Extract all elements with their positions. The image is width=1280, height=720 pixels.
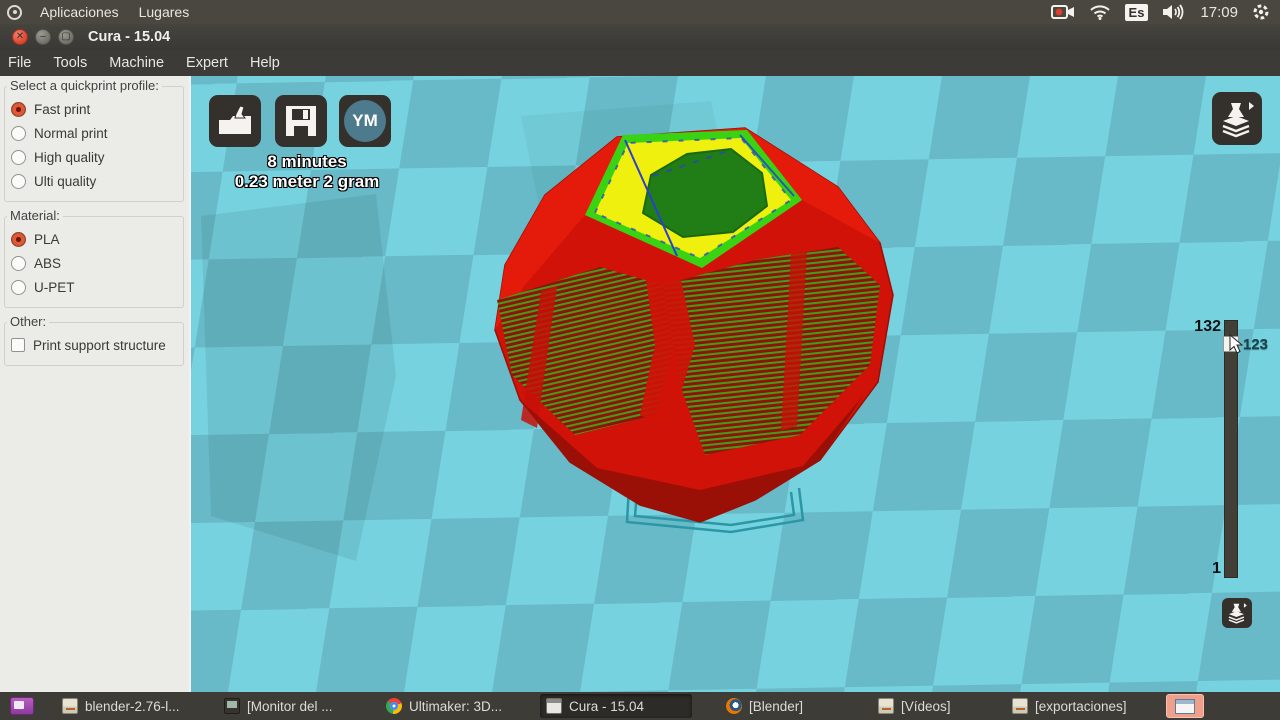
radio-icon	[11, 125, 26, 141]
radio-high-quality[interactable]: High quality	[9, 145, 181, 169]
print-time: 8 minutes	[267, 152, 347, 171]
menu-expert[interactable]: Expert	[175, 50, 239, 76]
window-list-taskbar: blender-2.76-l... [Monitor del ... Ultim…	[0, 692, 1280, 720]
radio-abs[interactable]: ABS	[9, 251, 181, 275]
panel-menu-aplicaciones[interactable]: Aplicaciones	[30, 0, 129, 24]
radio-icon	[11, 279, 26, 295]
radio-ulti-quality[interactable]: Ulti quality	[9, 169, 181, 193]
save-toolpath-button[interactable]	[275, 95, 327, 147]
checkbox-print-support[interactable]: Print support structure	[9, 333, 181, 357]
system-tray: Es 17:09	[1050, 3, 1280, 21]
radio-upet[interactable]: U-PET	[9, 275, 181, 299]
youmagine-logo: YM	[344, 100, 386, 142]
app-menubar: File Tools Machine Expert Help	[0, 50, 1280, 76]
checkbox-icon	[11, 338, 25, 352]
blender-icon	[726, 698, 742, 714]
taskbar-item-exportaciones[interactable]: [exportaciones]	[1006, 694, 1154, 718]
radio-label: Normal print	[34, 125, 108, 141]
radio-selected-icon	[11, 101, 26, 117]
layers-toggle-button[interactable]	[1222, 598, 1252, 628]
volume-icon[interactable]	[1162, 4, 1186, 20]
load-model-button[interactable]	[209, 95, 261, 147]
window-titlebar[interactable]: ✕ – ▢ Cura - 15.04	[0, 24, 1280, 50]
package-icon	[62, 698, 78, 714]
save-floppy-icon	[286, 106, 316, 136]
menu-tools[interactable]: Tools	[42, 50, 98, 76]
file-manager-icon	[1012, 698, 1028, 714]
radio-fast-print[interactable]: Fast print	[9, 97, 181, 121]
window-title: Cura - 15.04	[88, 29, 171, 45]
layer-slider-track[interactable]	[1224, 320, 1238, 578]
menu-machine[interactable]: Machine	[98, 50, 175, 76]
radio-label: High quality	[34, 149, 105, 165]
taskbar-item-cura[interactable]: Cura - 15.04	[540, 694, 692, 718]
quickprint-group-label: Select a quickprint profile:	[7, 78, 162, 93]
quickprint-group: Select a quickprint profile: Fast print …	[4, 78, 184, 202]
window-close-button[interactable]: ✕	[12, 29, 28, 45]
radio-pla[interactable]: PLA	[9, 227, 181, 251]
wifi-icon[interactable]	[1089, 4, 1111, 20]
cura-window-icon	[546, 698, 562, 714]
plate-shadow	[201, 194, 396, 561]
layer-view-small-icon	[1228, 603, 1247, 624]
panel-menu-lugares[interactable]: Lugares	[129, 0, 200, 24]
menu-file[interactable]: File	[0, 50, 42, 76]
material-group: Material: PLA ABS U-PET	[4, 208, 184, 308]
workspace-switcher-icon[interactable]	[10, 697, 34, 715]
window-maximize-button[interactable]: ▢	[58, 29, 74, 45]
radio-icon	[11, 149, 26, 165]
taskbar-item-blender-file[interactable]: blender-2.76-l...	[56, 694, 206, 718]
layer-slider-min-label: 1	[1212, 560, 1221, 577]
radio-icon	[11, 255, 26, 271]
radio-label: ABS	[34, 255, 62, 271]
distro-logo-icon	[7, 4, 22, 20]
chrome-icon	[386, 698, 402, 714]
screen-record-icon[interactable]	[1050, 4, 1075, 20]
layer-slider-current-value: 123	[1243, 336, 1269, 353]
taskbar-item-label: blender-2.76-l...	[85, 698, 180, 714]
clock[interactable]: 17:09	[1200, 4, 1238, 21]
radio-selected-icon	[11, 231, 26, 247]
taskbar-item-blender[interactable]: [Blender]	[720, 694, 842, 718]
radio-icon	[11, 173, 26, 189]
print-material-usage: 0.23 meter 2 gram	[234, 172, 380, 191]
file-manager-icon	[878, 698, 894, 714]
radio-label: U-PET	[34, 279, 75, 295]
session-gear-icon[interactable]	[1252, 3, 1270, 21]
other-group: Other: Print support structure	[4, 314, 184, 366]
taskbar-item-label: [Blender]	[749, 698, 804, 714]
other-group-label: Other:	[7, 314, 50, 329]
share-youmagine-button[interactable]: YM	[339, 95, 391, 147]
material-group-label: Material:	[7, 208, 63, 223]
taskbar-item-videos[interactable]: [Vídeos]	[872, 694, 976, 718]
keyboard-layout-indicator[interactable]: Es	[1124, 3, 1149, 21]
3d-viewport[interactable]: YM 8 minutes 0.23 meter 2 gram 132 123 1	[191, 76, 1280, 692]
mouse-cursor	[1229, 334, 1244, 354]
window-minimize-button[interactable]: –	[35, 29, 51, 45]
view-mode-button[interactable]	[1212, 92, 1262, 145]
print-stats: 8 minutes 0.23 meter 2 gram	[197, 152, 417, 192]
taskbar-item-label: Cura - 15.04	[569, 698, 645, 714]
radio-normal-print[interactable]: Normal print	[9, 121, 181, 145]
window-icon	[1175, 698, 1195, 714]
load-model-icon	[219, 105, 251, 134]
taskbar-item-label: [Vídeos]	[901, 698, 951, 714]
system-monitor-icon	[224, 698, 240, 714]
layer-view-icon	[1222, 101, 1254, 137]
taskbar-item-attention[interactable]	[1166, 694, 1204, 718]
taskbar-item-label: Ultimaker: 3D...	[409, 698, 503, 714]
radio-label: Ulti quality	[34, 173, 97, 189]
taskbar-item-ultimaker-browser[interactable]: Ultimaker: 3D...	[380, 694, 528, 718]
desktop-top-panel: Aplicaciones Lugares Es 17:09	[0, 0, 1280, 24]
settings-sidebar: Select a quickprint profile: Fast print …	[0, 76, 191, 692]
checkbox-label: Print support structure	[33, 337, 166, 353]
radio-label: PLA	[34, 231, 60, 247]
menu-help[interactable]: Help	[239, 50, 291, 76]
layer-slider-max-label: 132	[1194, 318, 1221, 335]
taskbar-item-label: [Monitor del ...	[247, 698, 333, 714]
taskbar-item-label: [exportaciones]	[1035, 698, 1127, 714]
taskbar-item-system-monitor[interactable]: [Monitor del ...	[218, 694, 368, 718]
radio-label: Fast print	[34, 101, 91, 117]
